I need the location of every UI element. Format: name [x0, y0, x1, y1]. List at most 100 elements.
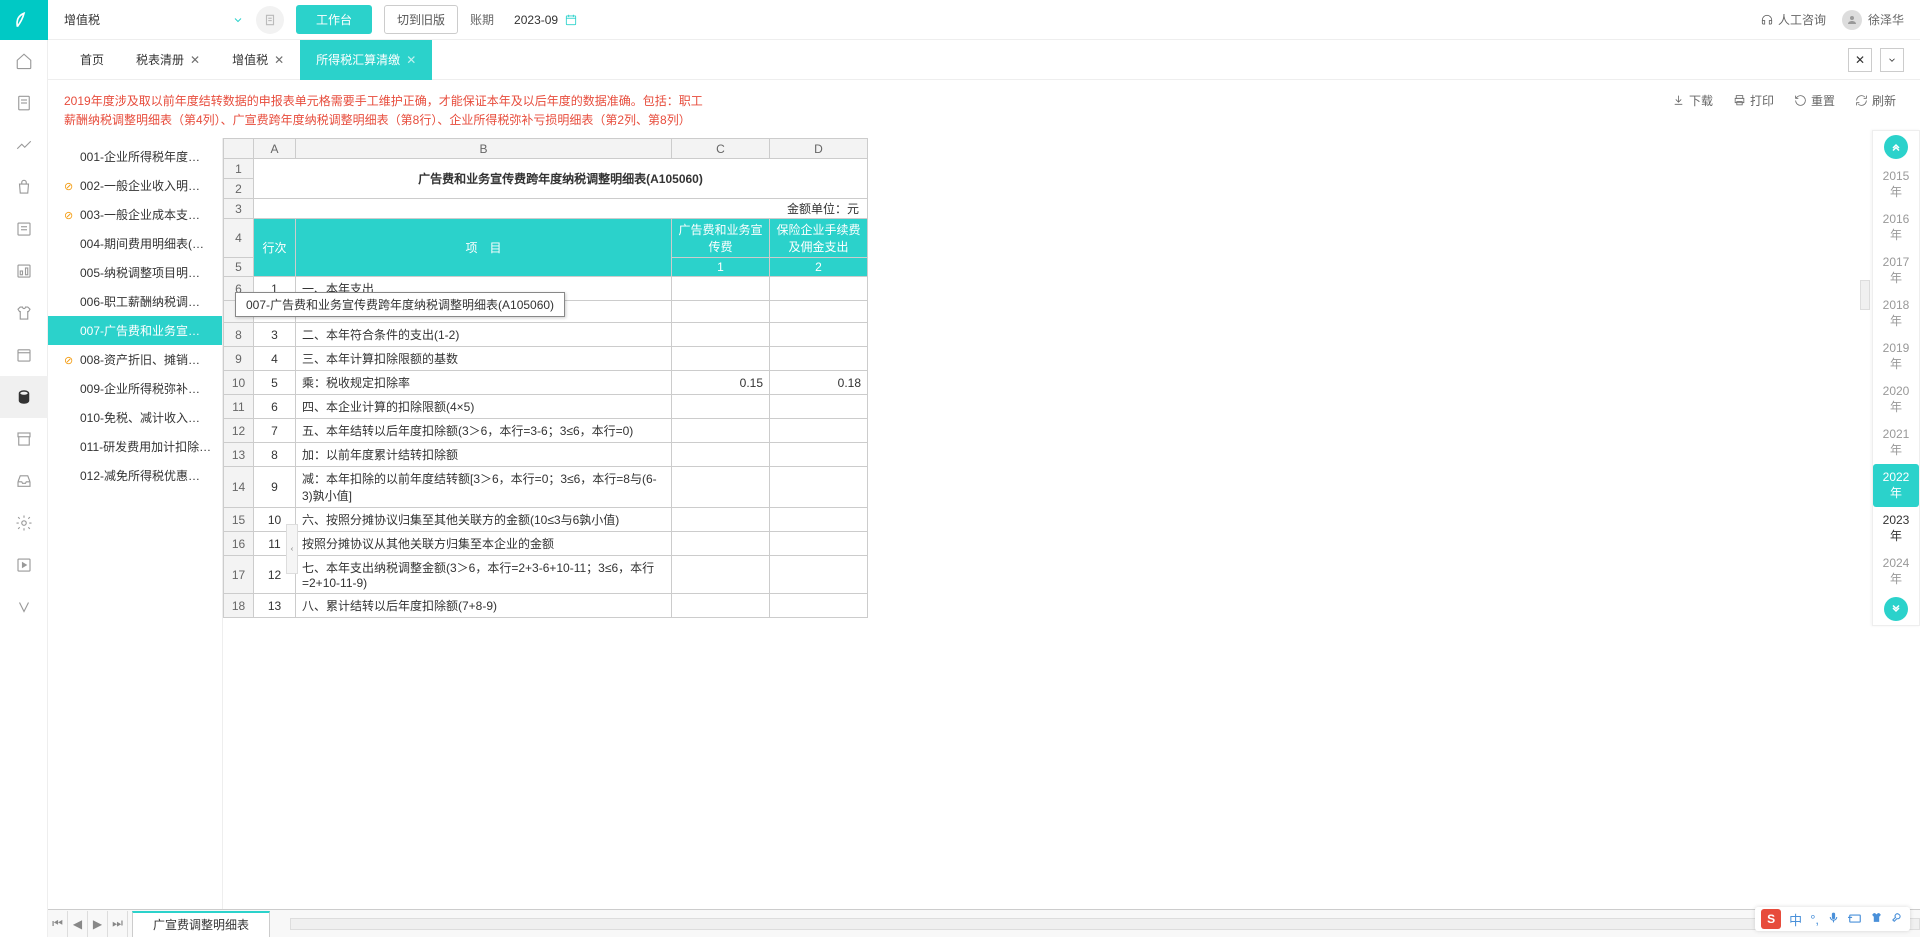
ime-lang[interactable]: 中	[1789, 910, 1802, 929]
nav-v-icon[interactable]	[0, 586, 48, 628]
nav-settings-icon[interactable]	[0, 502, 48, 544]
nav-report-icon[interactable]	[0, 250, 48, 292]
col-header[interactable]: A	[254, 139, 296, 159]
nav-tax-icon[interactable]	[0, 376, 48, 418]
tree-item[interactable]: 009-企业所得税弥补亏损明...	[48, 374, 222, 403]
sheet-nav-prev[interactable]: ◀	[68, 911, 88, 937]
cell-item[interactable]: 三、本年计算扣除限额的基数	[296, 347, 672, 371]
year-item[interactable]: 2018年	[1873, 292, 1919, 335]
row-header[interactable]: 4	[224, 219, 254, 258]
tree-item[interactable]: 012-减免所得税优惠明细表(...	[48, 461, 222, 490]
cell-item[interactable]: 四、本企业计算的扣除限额(4×5)	[296, 395, 672, 419]
cell-value-d[interactable]	[770, 594, 868, 618]
row-header[interactable]: 14	[224, 467, 254, 508]
workbench-button[interactable]: 工作台	[296, 5, 372, 34]
ime-skin-icon[interactable]	[1870, 911, 1883, 927]
year-item[interactable]: 2024年	[1873, 550, 1919, 593]
sheet-nav-last[interactable]: ⏭	[108, 911, 128, 937]
cell-value-d[interactable]	[770, 323, 868, 347]
nav-doc-icon[interactable]	[0, 82, 48, 124]
year-down-button[interactable]	[1884, 597, 1908, 621]
nav-play-icon[interactable]	[0, 544, 48, 586]
row-header[interactable]: 10	[224, 371, 254, 395]
cell-value-d[interactable]	[770, 347, 868, 371]
cell-item[interactable]: 八、累计结转以后年度扣除额(7+8-9)	[296, 594, 672, 618]
ime-mic-icon[interactable]	[1827, 911, 1840, 927]
cell-value-c[interactable]: 0.15	[672, 371, 770, 395]
nav-calendar-icon[interactable]	[0, 334, 48, 376]
cell-value-d[interactable]	[770, 443, 868, 467]
tab-menu-button[interactable]	[1880, 48, 1904, 72]
row-header[interactable]: 12	[224, 419, 254, 443]
col-header[interactable]: B	[296, 139, 672, 159]
spreadsheet[interactable]: ABCD1广告费和业务宣传费跨年度纳税调整明细表(A105060)23金额单位：…	[223, 138, 1920, 909]
cell-item[interactable]: 五、本年结转以后年度扣除额(3＞6，本行=3-6；3≤6，本行=0)	[296, 419, 672, 443]
tab-增值税[interactable]: 增值税✕	[216, 40, 300, 80]
cell-value-c[interactable]	[672, 277, 770, 301]
cell-rowno[interactable]: 8	[254, 443, 296, 467]
tree-item[interactable]: 011-研发费用加计扣除优惠...	[48, 432, 222, 461]
cell-value-d[interactable]	[770, 277, 868, 301]
cell-value-c[interactable]	[672, 532, 770, 556]
cell-value-c[interactable]	[672, 556, 770, 594]
tree-item[interactable]: 006-职工薪酬纳税调整明细...	[48, 287, 222, 316]
cell-rowno[interactable]: 3	[254, 323, 296, 347]
tab-所得税汇算清缴[interactable]: 所得税汇算清缴✕	[300, 40, 432, 80]
period-picker[interactable]: 2023-09	[506, 9, 586, 31]
cell-value-d[interactable]	[770, 301, 868, 323]
nav-inbox-icon[interactable]	[0, 460, 48, 502]
cell-value-d[interactable]	[770, 508, 868, 532]
tree-item[interactable]: 004-期间费用明细表(A1040...	[48, 229, 222, 258]
nav-chart-icon[interactable]	[0, 124, 48, 166]
col-header[interactable]: C	[672, 139, 770, 159]
nav-bag-icon[interactable]	[0, 166, 48, 208]
cell-item[interactable]: 七、本年支出纳税调整金额(3＞6，本行=2+3-6+10-11；3≤6，本行=2…	[296, 556, 672, 594]
consult-button[interactable]: 人工咨询	[1760, 11, 1826, 28]
ime-tool-icon[interactable]	[1891, 911, 1904, 927]
year-item[interactable]: 2021年	[1873, 421, 1919, 464]
cell-rowno[interactable]: 13	[254, 594, 296, 618]
tree-item[interactable]: ⊘002-一般企业收入明细表(A...	[48, 171, 222, 200]
cell-value-c[interactable]	[672, 594, 770, 618]
row-header[interactable]: 16	[224, 532, 254, 556]
nav-archive-icon[interactable]	[0, 418, 48, 460]
cell-value-d[interactable]	[770, 556, 868, 594]
print-button[interactable]: 打印	[1733, 92, 1774, 109]
cell-value-d[interactable]	[770, 532, 868, 556]
row-header[interactable]: 1	[224, 159, 254, 179]
cell-value-d[interactable]	[770, 419, 868, 443]
cell-item[interactable]: 二、本年符合条件的支出(1-2)	[296, 323, 672, 347]
year-item[interactable]: 2022年	[1873, 464, 1919, 507]
row-header[interactable]: 9	[224, 347, 254, 371]
tab-close-icon[interactable]: ✕	[190, 53, 200, 67]
close-all-button[interactable]: ✕	[1848, 48, 1872, 72]
row-header[interactable]: 11	[224, 395, 254, 419]
cell-rowno[interactable]: 6	[254, 395, 296, 419]
cell-value-c[interactable]	[672, 443, 770, 467]
row-header[interactable]: 13	[224, 443, 254, 467]
row-header[interactable]: 5	[224, 258, 254, 277]
tree-item[interactable]: ⊘008-资产折旧、摊销及纳税...	[48, 345, 222, 374]
row-header[interactable]: 3	[224, 199, 254, 219]
nav-home-icon[interactable]	[0, 40, 48, 82]
download-button[interactable]: 下载	[1672, 92, 1713, 109]
row-header[interactable]: 15	[224, 508, 254, 532]
year-item[interactable]: 2023年	[1873, 507, 1919, 550]
year-item[interactable]: 2019年	[1873, 335, 1919, 378]
cell-value-c[interactable]	[672, 419, 770, 443]
ime-logo-icon[interactable]: S	[1761, 909, 1781, 929]
document-icon[interactable]	[256, 6, 284, 34]
cell-value-d[interactable]	[770, 395, 868, 419]
year-item[interactable]: 2020年	[1873, 378, 1919, 421]
cell-value-d[interactable]	[770, 467, 868, 508]
row-header[interactable]: 2	[224, 179, 254, 199]
cell-item[interactable]: 加：以前年度累计结转扣除额	[296, 443, 672, 467]
cell-value-d[interactable]: 0.18	[770, 371, 868, 395]
tree-item[interactable]: 005-纳税调整项目明细表(A1...	[48, 258, 222, 287]
row-header[interactable]: 18	[224, 594, 254, 618]
row-header[interactable]: 17	[224, 556, 254, 594]
tax-type-dropdown[interactable]: 增值税	[64, 11, 244, 28]
tree-item[interactable]: 001-企业所得税年度纳税申...	[48, 142, 222, 171]
nav-shirt-icon[interactable]	[0, 292, 48, 334]
tab-首页[interactable]: 首页	[64, 40, 120, 80]
